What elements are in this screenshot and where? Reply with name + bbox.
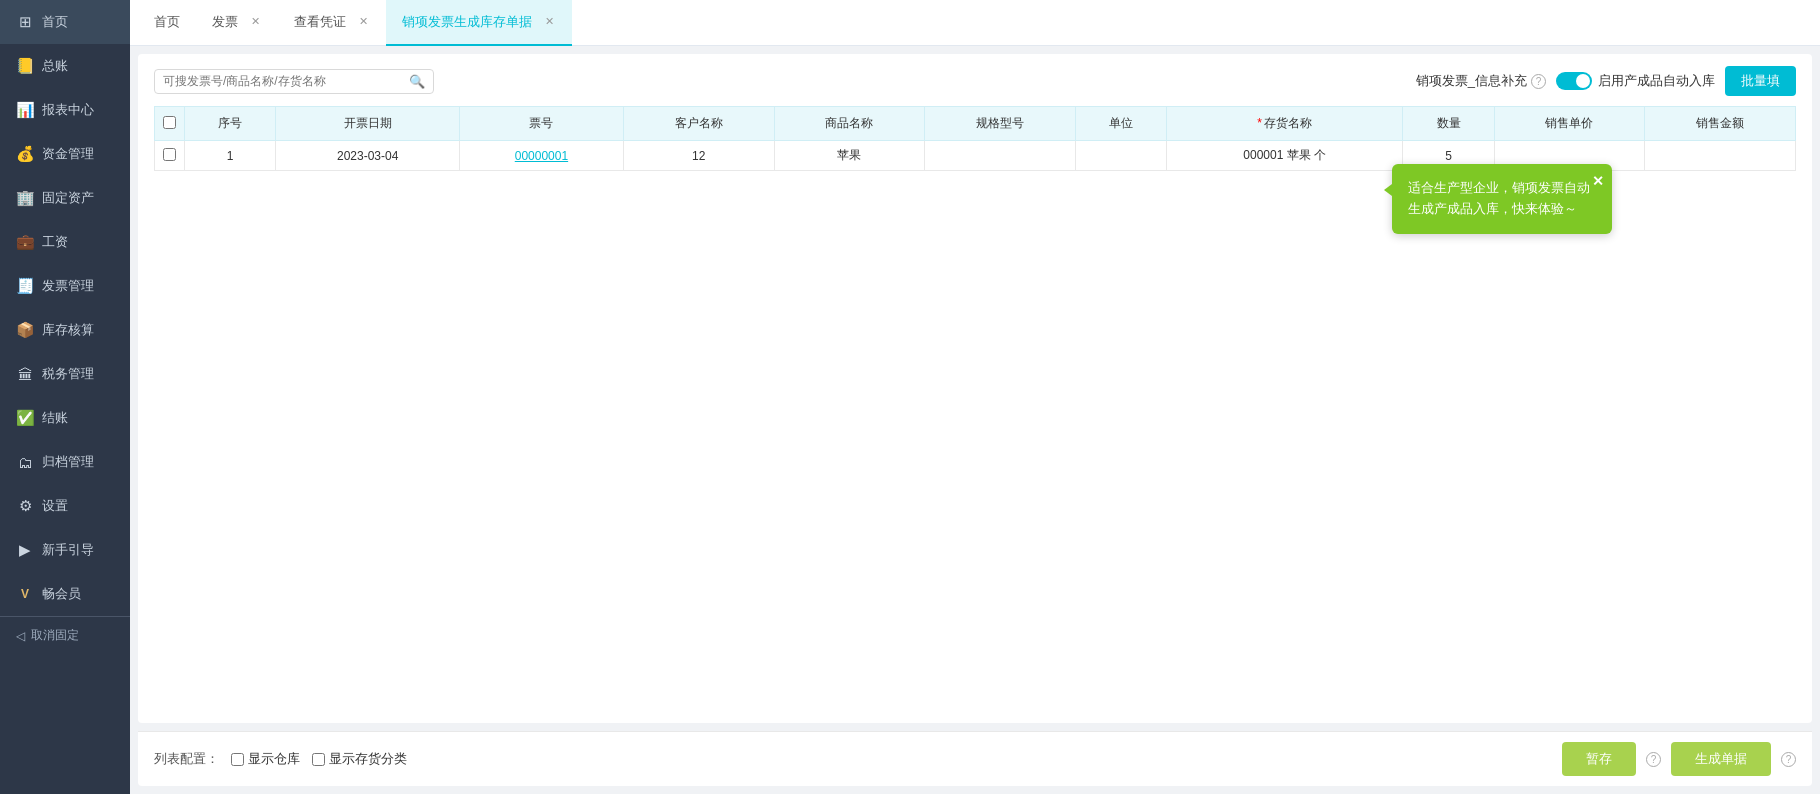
sidebar-item-tax[interactable]: 🏛 税务管理 — [0, 352, 130, 396]
home-icon: ⊞ — [16, 13, 34, 31]
sidebar-item-member[interactable]: V 畅会员 — [0, 572, 130, 616]
row-checkbox[interactable] — [163, 148, 176, 161]
sidebar-item-salary[interactable]: 💼 工资 — [0, 220, 130, 264]
sidebar-item-archive[interactable]: 🗂 归档管理 — [0, 440, 130, 484]
info-label-text: 销项发票_信息补充 — [1416, 72, 1527, 90]
row-checkbox-cell — [155, 141, 185, 171]
invoice-mgmt-icon: 🧾 — [16, 277, 34, 295]
bottom-bar: 列表配置： 显示仓库 显示存货分类 暂存 ? 生成单据 ? — [138, 731, 1812, 786]
col-seq: 序号 — [185, 107, 276, 141]
col-product: 商品名称 — [774, 107, 925, 141]
sidebar-item-home[interactable]: ⊞ 首页 — [0, 0, 130, 44]
archive-icon: 🗂 — [16, 454, 34, 471]
show-category-label[interactable]: 显示存货分类 — [312, 750, 407, 768]
row-product: 苹果 — [774, 141, 925, 171]
tab-invoice[interactable]: 发票 ✕ — [196, 0, 278, 46]
col-qty: 数量 — [1403, 107, 1494, 141]
generate-button[interactable]: 生成单据 — [1671, 742, 1771, 776]
batch-fill-button[interactable]: 批量填 — [1725, 66, 1796, 96]
col-ticket-no: 票号 — [460, 107, 624, 141]
col-inventory: *存货名称 — [1167, 107, 1403, 141]
col-unit: 单位 — [1075, 107, 1166, 141]
toolbar-row: 🔍 销项发票_信息补充 ? 启用产成品自动入库 批量填 — [154, 66, 1796, 96]
funds-icon: 💰 — [16, 145, 34, 163]
row-date: 2023-03-04 — [276, 141, 460, 171]
row-amount — [1645, 141, 1796, 171]
tab-home[interactable]: 首页 — [138, 0, 196, 46]
toggle-knob — [1576, 74, 1590, 88]
settings-icon: ⚙ — [16, 497, 34, 515]
tab-sales-invoice-close[interactable]: ✕ — [542, 15, 556, 29]
sidebar-item-guide[interactable]: ▶ 新手引导 — [0, 528, 130, 572]
search-wrap: 🔍 — [154, 69, 434, 94]
save-button[interactable]: 暂存 — [1562, 742, 1636, 776]
row-inventory: 000001 苹果 个 — [1167, 141, 1403, 171]
show-category-checkbox[interactable] — [312, 753, 325, 766]
row-spec — [925, 141, 1076, 171]
ledger-icon: 📒 — [16, 57, 34, 75]
auto-warehouse-toggle[interactable] — [1556, 72, 1592, 90]
tooltip-text: 适合生产型企业，销项发票自动生成产成品入库，快来体验～ — [1408, 180, 1590, 216]
tooltip-popup: ✕ 适合生产型企业，销项发票自动生成产成品入库，快来体验～ — [1392, 164, 1612, 234]
row-seq: 1 — [185, 141, 276, 171]
guide-icon: ▶ — [16, 541, 34, 559]
search-icon: 🔍 — [409, 74, 425, 89]
sidebar-item-funds[interactable]: 💰 资金管理 — [0, 132, 130, 176]
tab-sales-invoice[interactable]: 销项发票生成库存单据 ✕ — [386, 0, 572, 46]
tab-invoice-close[interactable]: ✕ — [248, 15, 262, 29]
reports-icon: 📊 — [16, 101, 34, 119]
main-area: 首页 发票 ✕ 查看凭证 ✕ 销项发票生成库存单据 ✕ 🔍 销项发票_信息补充 … — [130, 0, 1820, 794]
tab-voucher[interactable]: 查看凭证 ✕ — [278, 0, 386, 46]
info-label-wrap: 销项发票_信息补充 ? — [1416, 72, 1546, 90]
tax-icon: 🏛 — [16, 366, 34, 383]
col-spec: 规格型号 — [925, 107, 1076, 141]
col-unit-price: 销售单价 — [1494, 107, 1645, 141]
sidebar-item-assets[interactable]: 🏢 固定资产 — [0, 176, 130, 220]
sidebar-item-settings[interactable]: ⚙ 设置 — [0, 484, 130, 528]
unpin-icon: ◁ — [16, 629, 25, 643]
show-warehouse-label[interactable]: 显示仓库 — [231, 750, 300, 768]
sidebar-item-inventory[interactable]: 📦 库存核算 — [0, 308, 130, 352]
data-table: 序号 开票日期 票号 客户名称 商品名称 规格型号 单位 *存货名称 数量 销售… — [154, 106, 1796, 171]
sidebar-item-reports[interactable]: 📊 报表中心 — [0, 88, 130, 132]
toggle-wrap: 启用产成品自动入库 — [1556, 72, 1715, 90]
sidebar: ⊞ 首页 📒 总账 📊 报表中心 💰 资金管理 🏢 固定资产 💼 工资 🧾 发票… — [0, 0, 130, 794]
col-customer: 客户名称 — [623, 107, 774, 141]
list-config-label: 列表配置： — [154, 750, 219, 768]
checkout-icon: ✅ — [16, 409, 34, 427]
member-icon: V — [16, 587, 34, 601]
sidebar-item-ledger[interactable]: 📒 总账 — [0, 44, 130, 88]
select-all-checkbox[interactable] — [163, 116, 176, 129]
col-date: 开票日期 — [276, 107, 460, 141]
tab-voucher-close[interactable]: ✕ — [356, 15, 370, 29]
content-area: 🔍 销项发票_信息补充 ? 启用产成品自动入库 批量填 — [138, 54, 1812, 723]
salary-icon: 💼 — [16, 233, 34, 251]
tooltip-close-button[interactable]: ✕ — [1592, 170, 1604, 192]
row-customer: 12 — [623, 141, 774, 171]
inventory-icon: 📦 — [16, 321, 34, 339]
row-ticket-no[interactable]: 00000001 — [460, 141, 624, 171]
row-unit — [1075, 141, 1166, 171]
sidebar-item-invoice-mgmt[interactable]: 🧾 发票管理 — [0, 264, 130, 308]
col-checkbox — [155, 107, 185, 141]
info-icon[interactable]: ? — [1531, 74, 1546, 89]
sidebar-item-checkout[interactable]: ✅ 结账 — [0, 396, 130, 440]
show-warehouse-checkbox[interactable] — [231, 753, 244, 766]
unpin-button[interactable]: ◁ 取消固定 — [0, 616, 130, 654]
action-group: 暂存 ? 生成单据 ? — [1562, 742, 1796, 776]
toggle-label: 启用产成品自动入库 — [1598, 72, 1715, 90]
generate-info-icon[interactable]: ? — [1781, 752, 1796, 767]
tab-bar: 首页 发票 ✕ 查看凭证 ✕ 销项发票生成库存单据 ✕ — [130, 0, 1820, 46]
save-info-icon[interactable]: ? — [1646, 752, 1661, 767]
assets-icon: 🏢 — [16, 189, 34, 207]
col-amount: 销售金额 — [1645, 107, 1796, 141]
search-input[interactable] — [163, 74, 403, 88]
